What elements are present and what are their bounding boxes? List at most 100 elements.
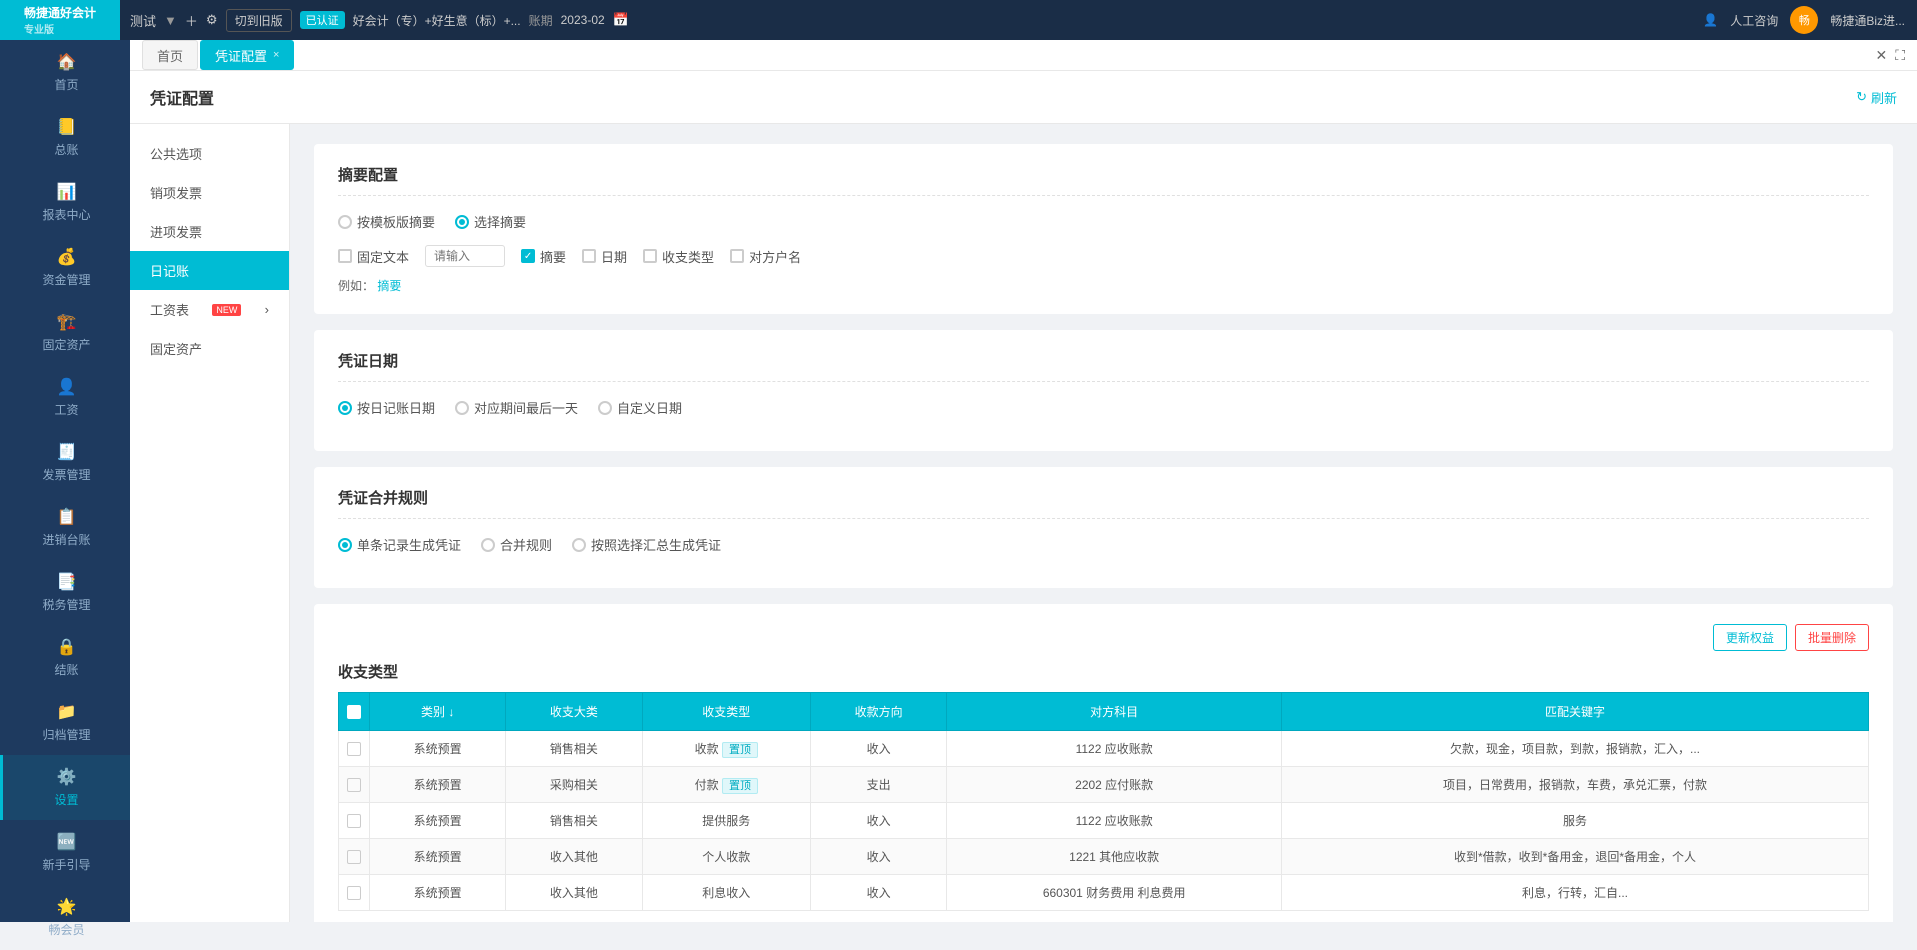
row-category-1: 系统预置 [370, 731, 506, 767]
checkbox-date[interactable]: 日期 [582, 247, 627, 266]
checkbox-income-type-box [643, 249, 657, 263]
left-nav-sales-invoice-label: 销项发票 [150, 183, 202, 202]
left-nav-item-fixed-assets2[interactable]: 固定资产 [130, 329, 289, 368]
page-header: 凭证配置 ↻ 刷新 [130, 71, 1917, 124]
row-income-cat-3: 销售相关 [506, 803, 642, 839]
sidebar-item-membership[interactable]: 🌟 畅会员 [0, 885, 130, 950]
fixed-text-input[interactable] [425, 245, 505, 267]
tab-bar-right: ✕ ⛶ [1875, 47, 1905, 64]
checkbox-date-box [582, 249, 596, 263]
sidebar-item-close-accounts[interactable]: 🔒 结账 [0, 625, 130, 690]
left-nav-item-public[interactable]: 公共选项 [130, 134, 289, 173]
support-icon: 👤 [1703, 13, 1718, 27]
checkbox-fixed-text[interactable]: 固定文本 [338, 247, 409, 266]
period-value: 2023-02 [561, 13, 605, 27]
checkbox-summary[interactable]: ✓ 摘要 [521, 247, 566, 266]
row-keywords-2: 项目，日常费用，报销款，车费，承兑汇票，付款 [1282, 767, 1869, 803]
left-nav-item-journal[interactable]: 日记账 [130, 251, 289, 290]
sidebar-item-label: 资金管理 [42, 271, 90, 288]
radio-select-summary-circle [455, 215, 469, 229]
sidebar-item-label: 设置 [54, 791, 78, 808]
right-content: 摘要配置 按模板版摘要 选择摘要 [290, 124, 1917, 922]
certified-tag: 已认证 [300, 11, 345, 29]
inner-layout: 公共选项 销项发票 进项发票 日记账 工资表 NEW › 固定资产 [130, 124, 1917, 922]
sidebar-item-reports[interactable]: 📊 报表中心 [0, 170, 130, 235]
sidebar-item-funds[interactable]: 💰 资金管理 [0, 235, 130, 300]
sidebar: 🏠 首页 📒 总账 📊 报表中心 💰 资金管理 🏗️ 固定资产 👤 工资 🧾 发… [0, 40, 130, 922]
tab-close-icon[interactable]: × [273, 49, 279, 61]
user-name[interactable]: 畅捷通Biz进... [1830, 12, 1905, 29]
sidebar-item-settings[interactable]: ⚙️ 设置 [0, 755, 130, 820]
select-all-checkbox[interactable] [347, 705, 361, 719]
row-category-5: 系统预置 [370, 875, 506, 911]
topbar-arrow[interactable]: ▼ [164, 13, 177, 28]
checkbox-income-type[interactable]: 收支类型 [643, 247, 714, 266]
merge-rule-section: 凭证合并规则 单条记录生成凭证 合并规则 按照选择汇总生成凭证 [314, 467, 1893, 588]
row-account-5: 660301 财务费用 利息费用 [947, 875, 1282, 911]
sidebar-item-home[interactable]: 🏠 首页 [0, 40, 130, 105]
avatar[interactable]: 畅 [1790, 6, 1818, 34]
sidebar-item-fixed-assets[interactable]: 🏗️ 固定资产 [0, 300, 130, 365]
table-row: 系统预置 采购相关 付款 置顶 支出 2202 应付账款 项目，日常费用，报销款… [339, 767, 1869, 803]
radio-single-record[interactable]: 单条记录生成凭证 [338, 535, 461, 554]
left-nav-item-payroll-table[interactable]: 工资表 NEW › [130, 290, 289, 329]
tab-home[interactable]: 首页 [142, 40, 198, 70]
row-category-2: 系统预置 [370, 767, 506, 803]
row-checkbox-1[interactable] [339, 731, 370, 767]
tab-voucher-config[interactable]: 凭证配置 × [200, 40, 294, 70]
sidebar-item-ledger[interactable]: 📒 总账 [0, 105, 130, 170]
left-nav-fixed-assets-label: 固定资产 [150, 339, 202, 358]
home-icon: 🏠 [57, 52, 77, 72]
radio-select-summary[interactable]: 选择摘要 [455, 212, 526, 231]
checkbox-fixed-text-box [338, 249, 352, 263]
row-checkbox-5[interactable] [339, 875, 370, 911]
topbar-add-icon[interactable]: ＋ [185, 11, 198, 30]
row-checkbox-2[interactable] [339, 767, 370, 803]
sidebar-item-payroll[interactable]: 👤 工资 [0, 365, 130, 430]
radio-template-summary[interactable]: 按模板版摘要 [338, 212, 435, 231]
expand-window-button[interactable]: ⛶ [1895, 47, 1905, 64]
sidebar-item-archive[interactable]: 📁 归档管理 [0, 690, 130, 755]
guide-icon: 🆕 [57, 832, 77, 852]
radio-merge-rule[interactable]: 合并规则 [481, 535, 552, 554]
table-row: 系统预置 销售相关 提供服务 收入 1122 应收账款 服务 [339, 803, 1869, 839]
th-select-all[interactable] [339, 693, 370, 731]
sidebar-item-invoice[interactable]: 🧾 发票管理 [0, 430, 130, 495]
row-account-3: 1122 应收账款 [947, 803, 1282, 839]
update-rights-button[interactable]: 更新权益 [1713, 624, 1787, 651]
period-label: 账期 [529, 12, 553, 29]
left-nav-item-purchase-invoice[interactable]: 进项发票 [130, 212, 289, 251]
pin-top-tag-2[interactable]: 置顶 [722, 778, 758, 794]
close-window-button[interactable]: ✕ [1875, 47, 1887, 64]
voucher-date-radio-group: 按日记账日期 对应期间最后一天 自定义日期 [338, 398, 1869, 417]
left-nav-purchase-invoice-label: 进项发票 [150, 222, 202, 241]
table-row: 系统预置 销售相关 收款 置顶 收入 1122 应收账款 欠款，现金，项目款，到… [339, 731, 1869, 767]
left-nav-item-sales-invoice[interactable]: 销项发票 [130, 173, 289, 212]
topbar-settings-icon[interactable]: ⚙ [206, 12, 218, 28]
row-category-3: 系统预置 [370, 803, 506, 839]
switch-old-version-button[interactable]: 切到旧版 [226, 9, 292, 32]
checkbox-counterpart[interactable]: 对方户名 [730, 247, 801, 266]
row-income-type-5: 利息收入 [642, 875, 810, 911]
row-category-4: 系统预置 [370, 839, 506, 875]
sidebar-item-tax[interactable]: 📑 税务管理 [0, 560, 130, 625]
sidebar-item-guide[interactable]: 🆕 新手引导 [0, 820, 130, 885]
row-checkbox-3[interactable] [339, 803, 370, 839]
th-direction: 收款方向 [811, 693, 947, 731]
th-keywords: 匹配关键字 [1282, 693, 1869, 731]
radio-journal-date[interactable]: 按日记账日期 [338, 398, 435, 417]
pin-top-tag-1[interactable]: 置顶 [722, 742, 758, 758]
row-keywords-1: 欠款，现金，项目款，到款，报销款，汇入，... [1282, 731, 1869, 767]
calendar-icon[interactable]: 📅 [613, 12, 629, 28]
refresh-button[interactable]: ↻ 刷新 [1856, 88, 1897, 107]
radio-custom-date[interactable]: 自定义日期 [598, 398, 682, 417]
table-row: 系统预置 收入其他 利息收入 收入 660301 财务费用 利息费用 利息，行转… [339, 875, 1869, 911]
support-btn[interactable]: 人工咨询 [1730, 12, 1778, 29]
sidebar-item-purchase-sale[interactable]: 📋 进销台账 [0, 495, 130, 560]
test-title: 测试 [130, 11, 156, 30]
voucher-date-title: 凭证日期 [338, 350, 1869, 382]
row-checkbox-4[interactable] [339, 839, 370, 875]
radio-by-select-summary[interactable]: 按照选择汇总生成凭证 [572, 535, 721, 554]
batch-delete-button[interactable]: 批量删除 [1795, 624, 1869, 651]
radio-period-last-day[interactable]: 对应期间最后一天 [455, 398, 578, 417]
